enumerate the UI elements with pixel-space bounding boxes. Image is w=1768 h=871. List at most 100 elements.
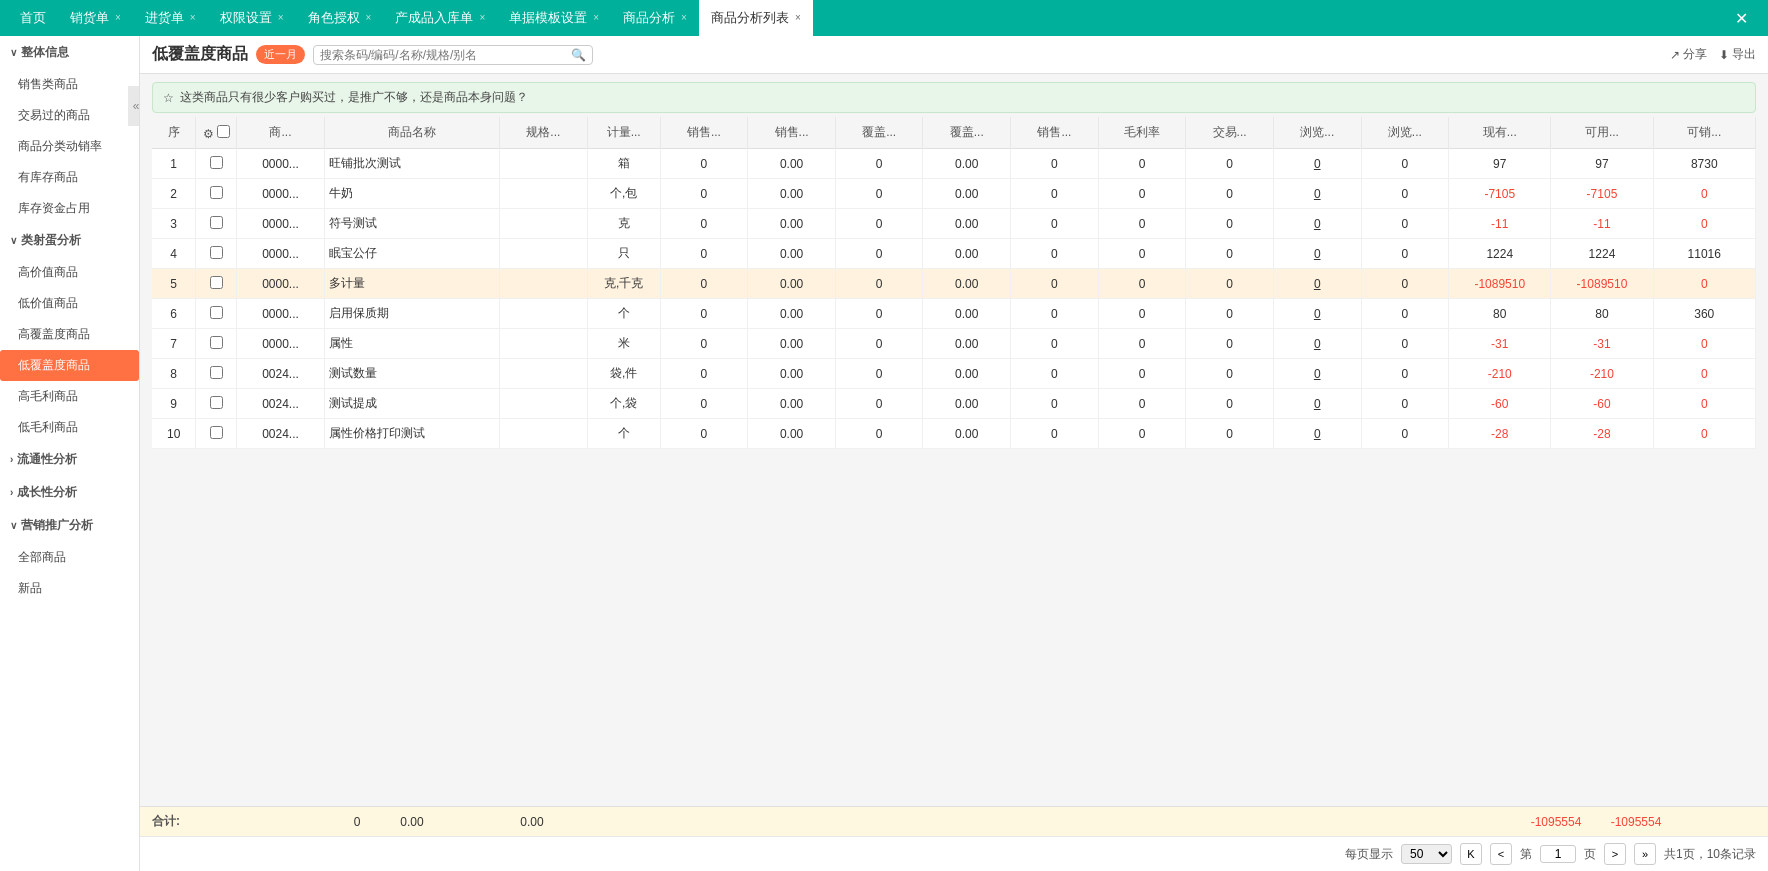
cell-check[interactable] bbox=[196, 389, 237, 419]
row-checkbox[interactable] bbox=[210, 396, 223, 409]
sidebar-item-stock-capital[interactable]: 库存资金占用 bbox=[0, 193, 139, 224]
cell-sales2: 0.00 bbox=[748, 389, 836, 419]
nav-close-icon[interactable]: × bbox=[115, 0, 121, 36]
cell-check[interactable] bbox=[196, 359, 237, 389]
sidebar-item-new-products[interactable]: 新品 bbox=[0, 573, 139, 604]
nav-close-icon[interactable]: × bbox=[681, 0, 687, 36]
cell-browse1[interactable]: 0 bbox=[1273, 209, 1361, 239]
sidebar-item-high-value[interactable]: 高价值商品 bbox=[0, 257, 139, 288]
nav-product-analysis-list[interactable]: 商品分析列表 × bbox=[699, 0, 813, 36]
sidebar-section-overall[interactable]: ∨ 整体信息 bbox=[0, 36, 139, 69]
chevron-down-icon: ∨ bbox=[10, 235, 17, 246]
row-checkbox[interactable] bbox=[210, 306, 223, 319]
cell-browse1[interactable]: 0 bbox=[1273, 419, 1361, 449]
cell-sellable: 0 bbox=[1653, 209, 1755, 239]
nav-home[interactable]: 首页 bbox=[8, 0, 58, 36]
page-number-input[interactable] bbox=[1540, 845, 1576, 863]
cell-check[interactable] bbox=[196, 299, 237, 329]
cell-code: 0024... bbox=[237, 389, 325, 419]
sidebar-section-flow-analysis[interactable]: › 流通性分析 bbox=[0, 443, 139, 476]
cell-browse1[interactable]: 0 bbox=[1273, 329, 1361, 359]
cell-check[interactable] bbox=[196, 419, 237, 449]
row-checkbox[interactable] bbox=[210, 336, 223, 349]
sidebar-collapse-button[interactable]: « bbox=[128, 86, 140, 126]
nav-sales-order[interactable]: 销货单 × bbox=[58, 0, 133, 36]
nav-template-setting[interactable]: 单据模板设置 × bbox=[497, 0, 611, 36]
col-header-check[interactable]: ⚙ bbox=[196, 117, 237, 149]
per-page-select[interactable]: 50 20 100 bbox=[1401, 844, 1452, 864]
row-checkbox[interactable] bbox=[210, 186, 223, 199]
cell-check[interactable] bbox=[196, 269, 237, 299]
cell-browse1[interactable]: 0 bbox=[1273, 269, 1361, 299]
cell-sales3: 0 bbox=[1011, 239, 1099, 269]
sidebar-item-low-coverage[interactable]: 低覆盖度商品 bbox=[0, 350, 139, 381]
cell-browse1[interactable]: 0 bbox=[1273, 179, 1361, 209]
prev-page-button[interactable]: < bbox=[1490, 843, 1512, 865]
nav-product-inbound[interactable]: 产成品入库单 × bbox=[383, 0, 497, 36]
cell-browse2: 0 bbox=[1361, 419, 1449, 449]
cell-browse1[interactable]: 0 bbox=[1273, 239, 1361, 269]
search-icon[interactable]: 🔍 bbox=[571, 48, 586, 62]
first-page-button[interactable]: K bbox=[1460, 843, 1482, 865]
export-button[interactable]: ⬇ 导出 bbox=[1719, 46, 1756, 63]
sidebar-item-stock-products[interactable]: 有库存商品 bbox=[0, 162, 139, 193]
cell-browse1[interactable]: 0 bbox=[1273, 299, 1361, 329]
select-all-checkbox[interactable] bbox=[217, 125, 230, 138]
cell-sales1: 0 bbox=[660, 329, 748, 359]
search-input[interactable] bbox=[320, 48, 567, 62]
sidebar-item-high-margin[interactable]: 高毛利商品 bbox=[0, 381, 139, 412]
sidebar-section-marketing-analysis[interactable]: ∨ 营销推广分析 bbox=[0, 509, 139, 542]
sidebar-section-class-analysis[interactable]: ∨ 类射蛋分析 bbox=[0, 224, 139, 257]
cell-cover2: 0.00 bbox=[923, 239, 1011, 269]
cell-browse1[interactable]: 0 bbox=[1273, 389, 1361, 419]
sidebar-item-category-activity[interactable]: 商品分类动销率 bbox=[0, 131, 139, 162]
col-header-code: 商... bbox=[237, 117, 325, 149]
cell-available: -11 bbox=[1551, 209, 1653, 239]
nav-close-icon[interactable]: × bbox=[278, 0, 284, 36]
sidebar-item-traded-products[interactable]: 交易过的商品 bbox=[0, 100, 139, 131]
nav-close-icon[interactable]: × bbox=[795, 0, 801, 36]
cell-spec bbox=[500, 299, 588, 329]
cell-code: 0024... bbox=[237, 419, 325, 449]
nav-close-icon[interactable]: × bbox=[479, 0, 485, 36]
nav-purchase-order[interactable]: 进货单 × bbox=[133, 0, 208, 36]
share-icon: ↗ bbox=[1670, 48, 1680, 62]
cell-code: 0024... bbox=[237, 359, 325, 389]
sidebar-section-growth-analysis[interactable]: › 成长性分析 bbox=[0, 476, 139, 509]
next-page-button[interactable]: > bbox=[1604, 843, 1626, 865]
row-checkbox[interactable] bbox=[210, 276, 223, 289]
cell-browse1[interactable]: 0 bbox=[1273, 359, 1361, 389]
row-checkbox[interactable] bbox=[210, 246, 223, 259]
cell-cover1: 0 bbox=[835, 179, 923, 209]
cell-check[interactable] bbox=[196, 149, 237, 179]
settings-icon[interactable]: ⚙ bbox=[203, 127, 214, 141]
cell-spec bbox=[500, 419, 588, 449]
row-checkbox[interactable] bbox=[210, 426, 223, 439]
period-button[interactable]: 近一月 bbox=[256, 45, 305, 64]
cell-check[interactable] bbox=[196, 179, 237, 209]
col-header-browse2: 浏览... bbox=[1361, 117, 1449, 149]
sidebar-item-high-coverage[interactable]: 高覆盖度商品 bbox=[0, 319, 139, 350]
nav-close-icon[interactable]: × bbox=[593, 0, 599, 36]
nav-product-analysis[interactable]: 商品分析 × bbox=[611, 0, 699, 36]
cell-code: 0000... bbox=[237, 149, 325, 179]
last-page-button[interactable]: » bbox=[1634, 843, 1656, 865]
cell-check[interactable] bbox=[196, 239, 237, 269]
sidebar-item-all-products[interactable]: 全部商品 bbox=[0, 542, 139, 573]
nav-role-auth[interactable]: 角色授权 × bbox=[296, 0, 384, 36]
sidebar-item-sales-products[interactable]: 销售类商品 bbox=[0, 69, 139, 100]
cell-check[interactable] bbox=[196, 209, 237, 239]
sidebar-item-low-margin[interactable]: 低毛利商品 bbox=[0, 412, 139, 443]
cell-browse1[interactable]: 0 bbox=[1273, 149, 1361, 179]
row-checkbox[interactable] bbox=[210, 366, 223, 379]
row-checkbox[interactable] bbox=[210, 216, 223, 229]
nav-close-icon[interactable]: × bbox=[366, 0, 372, 36]
row-checkbox[interactable] bbox=[210, 156, 223, 169]
share-button[interactable]: ↗ 分享 bbox=[1670, 46, 1707, 63]
nav-permission-setting[interactable]: 权限设置 × bbox=[208, 0, 296, 36]
cell-sellable: 11016 bbox=[1653, 239, 1755, 269]
window-close-button[interactable]: ✕ bbox=[1723, 9, 1760, 28]
sidebar-item-low-value[interactable]: 低价值商品 bbox=[0, 288, 139, 319]
cell-check[interactable] bbox=[196, 329, 237, 359]
nav-close-icon[interactable]: × bbox=[190, 0, 196, 36]
